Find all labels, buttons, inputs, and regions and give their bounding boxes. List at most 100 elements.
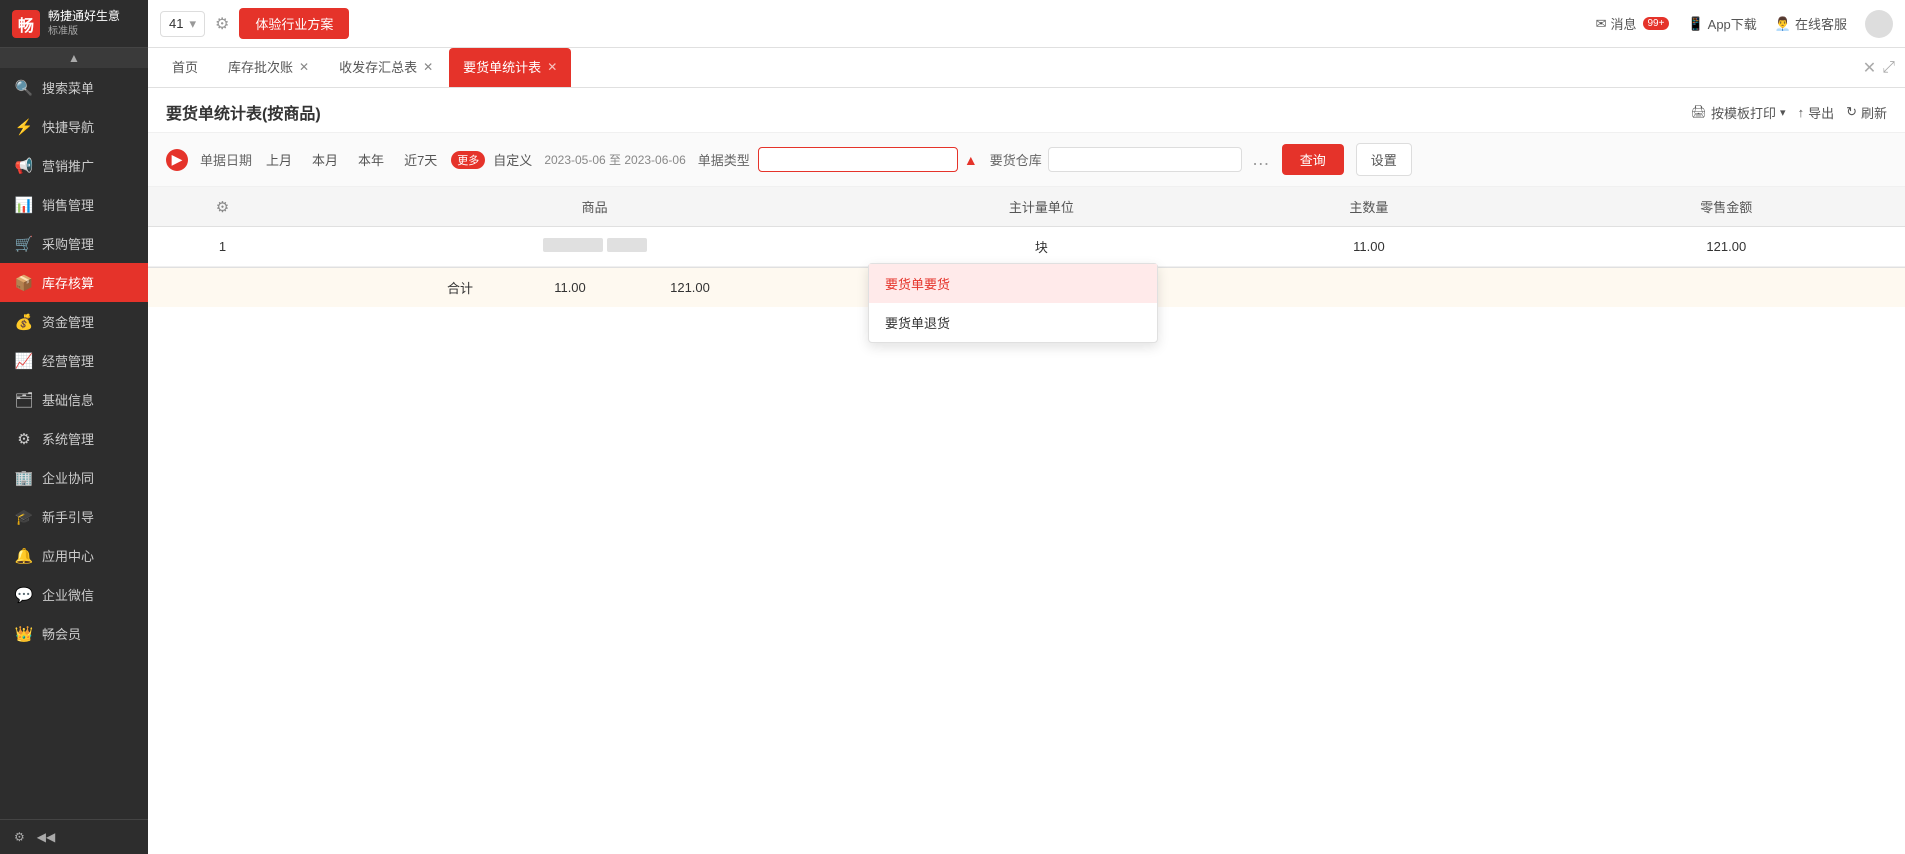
sidebar-scroll-up[interactable]: ▲ bbox=[0, 48, 148, 68]
sidebar-item-label-search: 搜索菜单 bbox=[42, 78, 134, 97]
sidebar-item-weixin[interactable]: 💬企业微信 bbox=[0, 575, 148, 614]
filter-more-icon[interactable]: … bbox=[1252, 149, 1270, 170]
date-this-month-btn[interactable]: 本月 bbox=[306, 148, 344, 171]
sidebar-item-icon-enterprise: 🏢 bbox=[14, 469, 34, 487]
sidebar-item-label-app-center: 应用中心 bbox=[42, 546, 134, 565]
sidebar-settings-icon[interactable]: ⚙ bbox=[14, 830, 25, 844]
tab-home[interactable]: 首页 bbox=[158, 48, 212, 87]
sidebar-item-label-sales: 销售管理 bbox=[42, 195, 134, 214]
tab-close-stock-batch[interactable]: ✕ bbox=[299, 60, 309, 74]
tab-collection-summary[interactable]: 收发存汇总表 ✕ bbox=[325, 48, 447, 87]
table-header-row: ⚙ 商品 主计量单位 主数量 零售金额 bbox=[148, 187, 1905, 227]
sidebar-item-search[interactable]: 🔍搜索菜单 bbox=[0, 68, 148, 107]
sidebar-item-label-system: 系统管理 bbox=[42, 429, 134, 448]
data-table: ⚙ 商品 主计量单位 主数量 零售金额 1 块 11.00 121.00 bbox=[148, 187, 1905, 267]
gear-settings-icon[interactable]: ⚙ bbox=[216, 199, 229, 216]
trial-button[interactable]: 体验行业方案 bbox=[239, 8, 349, 39]
cell-amount-0: 121.00 bbox=[1548, 227, 1905, 267]
sidebar-item-guide[interactable]: 🎓 新手引导 bbox=[0, 497, 148, 536]
sidebar-item-purchase[interactable]: 🛒采购管理 bbox=[0, 224, 148, 263]
sidebar-item-label-enterprise: 企业协同 bbox=[42, 468, 134, 487]
sidebar-item-label-marketing: 营销推广 bbox=[42, 156, 134, 175]
date-custom-btn[interactable]: 自定义 bbox=[493, 150, 532, 169]
sidebar-logo: 畅 畅捷通好生意 标准版 bbox=[0, 0, 148, 48]
dropdown-item-tuihuo[interactable]: 要货单退货 bbox=[869, 303, 1157, 342]
date-last-month-btn[interactable]: 上月 bbox=[260, 148, 298, 171]
refresh-action[interactable]: ↻ 刷新 bbox=[1846, 103, 1887, 122]
tab-close-all-icon[interactable]: ✕ bbox=[1863, 58, 1876, 78]
page-header: 要货单统计表(按商品) 🖨 按模板打印 ▾ ↑ 导出 ↻ 刷新 bbox=[148, 88, 1905, 133]
sidebar-item-finance[interactable]: 💰资金管理 bbox=[0, 302, 148, 341]
filter-expand-button[interactable]: ▶ bbox=[166, 149, 188, 171]
type-select-caret-icon[interactable]: ▲ bbox=[964, 152, 978, 168]
sidebar-collapse-icon[interactable]: ◀◀ bbox=[37, 830, 55, 844]
sidebar-item-system[interactable]: ⚙ 系统管理 bbox=[0, 419, 148, 458]
sidebar-item-operations[interactable]: 📈经营管理 bbox=[0, 341, 148, 380]
footer-amount: 121.00 bbox=[630, 280, 750, 295]
logo-text: 畅捷通好生意 标准版 bbox=[48, 9, 120, 38]
logo-icon: 畅 bbox=[12, 10, 40, 38]
sidebar-item-icon-marketing: 📢 bbox=[14, 157, 34, 175]
sidebar-item-label-operations: 经营管理 bbox=[42, 351, 134, 370]
online-service-icon: 👨‍💼 bbox=[1775, 16, 1791, 32]
sidebar-item-label-basic-info: 基础信息 bbox=[42, 390, 134, 409]
dropdown-item-yaohuo[interactable]: 要货单要货 bbox=[869, 264, 1157, 303]
sidebar-items: 🔍搜索菜单⚡快捷导航 📢 营销推广 📊销售管理🛒采购管理📦库存核算💰资金管理📈经营管理… bbox=[0, 68, 148, 653]
content-area: 要货单统计表(按商品) 🖨 按模板打印 ▾ ↑ 导出 ↻ 刷新 ▶ bbox=[148, 88, 1905, 854]
warehouse-filter-input[interactable] bbox=[1048, 147, 1242, 172]
tab-requisition-stats[interactable]: 要货单统计表 ✕ bbox=[449, 48, 571, 87]
sidebar-item-basic-info[interactable]: 🗂基础信息 bbox=[0, 380, 148, 419]
print-action[interactable]: 🖨 按模板打印 ▾ bbox=[1691, 103, 1786, 122]
footer-label: 合计 bbox=[410, 278, 510, 297]
tab-close-collection-summary[interactable]: ✕ bbox=[423, 60, 433, 74]
topbar-right: ✉ 消息 99+ 📱 App下载 👨‍💼 在线客服 bbox=[1596, 10, 1893, 38]
tab-close-requisition-stats[interactable]: ✕ bbox=[547, 60, 557, 74]
export-action[interactable]: ↑ 导出 bbox=[1798, 103, 1835, 122]
main-area: 41 ▾ ⚙ 体验行业方案 ✉ 消息 99+ 📱 App下载 👨‍💼 在线客服 bbox=[148, 0, 1905, 854]
sidebar-item-icon-guide: 🎓 bbox=[14, 508, 34, 526]
sidebar-item-enterprise[interactable]: 🏢 企业协同 bbox=[0, 458, 148, 497]
footer-qty: 11.00 bbox=[510, 280, 630, 295]
query-button[interactable]: 查询 bbox=[1282, 144, 1344, 175]
tab-maximize-icon[interactable]: ⤢ bbox=[1882, 59, 1895, 77]
date-this-year-btn[interactable]: 本年 bbox=[352, 148, 390, 171]
online-service-btn[interactable]: 👨‍💼 在线客服 bbox=[1775, 14, 1847, 33]
sidebar-item-member[interactable]: 👑畅会员 bbox=[0, 614, 148, 653]
date-range-display: 2023-05-06 至 2023-06-06 bbox=[544, 151, 685, 168]
sidebar-item-sales[interactable]: 📊销售管理 bbox=[0, 185, 148, 224]
app-download-btn[interactable]: 📱 App下载 bbox=[1687, 14, 1756, 33]
topbar-gear-icon[interactable]: ⚙ bbox=[215, 14, 229, 34]
sidebar-item-icon-system: ⚙ bbox=[14, 430, 34, 448]
th-gear[interactable]: ⚙ bbox=[148, 187, 297, 227]
tab-label-requisition-stats: 要货单统计表 bbox=[463, 57, 541, 76]
date-more-badge[interactable]: 更多 bbox=[451, 151, 485, 169]
type-select-input[interactable] bbox=[758, 147, 958, 172]
topbar: 41 ▾ ⚙ 体验行业方案 ✉ 消息 99+ 📱 App下载 👨‍💼 在线客服 bbox=[148, 0, 1905, 48]
export-icon: ↑ bbox=[1798, 105, 1805, 120]
messages-btn[interactable]: ✉ 消息 99+ bbox=[1596, 14, 1670, 33]
user-avatar[interactable] bbox=[1865, 10, 1893, 38]
refresh-icon: ↻ bbox=[1846, 104, 1857, 120]
sidebar-item-label-guide: 新手引导 bbox=[42, 507, 134, 526]
company-selector[interactable]: 41 ▾ bbox=[160, 11, 205, 37]
date-filter-label: 单据日期 bbox=[200, 150, 252, 169]
tab-stock-batch[interactable]: 库存批次账✕ bbox=[214, 48, 323, 87]
print-icon: 🖨 bbox=[1691, 104, 1708, 120]
sidebar-item-inventory[interactable]: 📦库存核算 bbox=[0, 263, 148, 302]
sidebar-item-icon-app-center: 🔔 bbox=[14, 547, 34, 565]
tab-label-collection-summary: 收发存汇总表 bbox=[339, 57, 417, 76]
date-last-7days-btn[interactable]: 近7天 bbox=[398, 148, 443, 171]
messages-label: 消息 bbox=[1610, 14, 1636, 33]
cell-unit-0: 块 bbox=[892, 227, 1190, 267]
sidebar-item-quick-nav[interactable]: ⚡快捷导航 bbox=[0, 107, 148, 146]
sidebar: 畅 畅捷通好生意 标准版 ▲ 🔍搜索菜单⚡快捷导航 📢 营销推广 📊销售管理🛒采购管理… bbox=[0, 0, 148, 854]
app-download-icon: 📱 bbox=[1687, 16, 1703, 32]
app-download-label: App下载 bbox=[1708, 14, 1757, 33]
company-selector-text: 41 bbox=[169, 16, 183, 31]
settings-button[interactable]: 设置 bbox=[1356, 143, 1412, 176]
page-actions: 🖨 按模板打印 ▾ ↑ 导出 ↻ 刷新 bbox=[1691, 103, 1888, 122]
sidebar-item-app-center[interactable]: 🔔 应用中心 bbox=[0, 536, 148, 575]
table-row: 1 块 11.00 121.00 bbox=[148, 227, 1905, 267]
sidebar-item-marketing[interactable]: 📢 营销推广 bbox=[0, 146, 148, 185]
page-title: 要货单统计表(按商品) bbox=[166, 100, 321, 124]
